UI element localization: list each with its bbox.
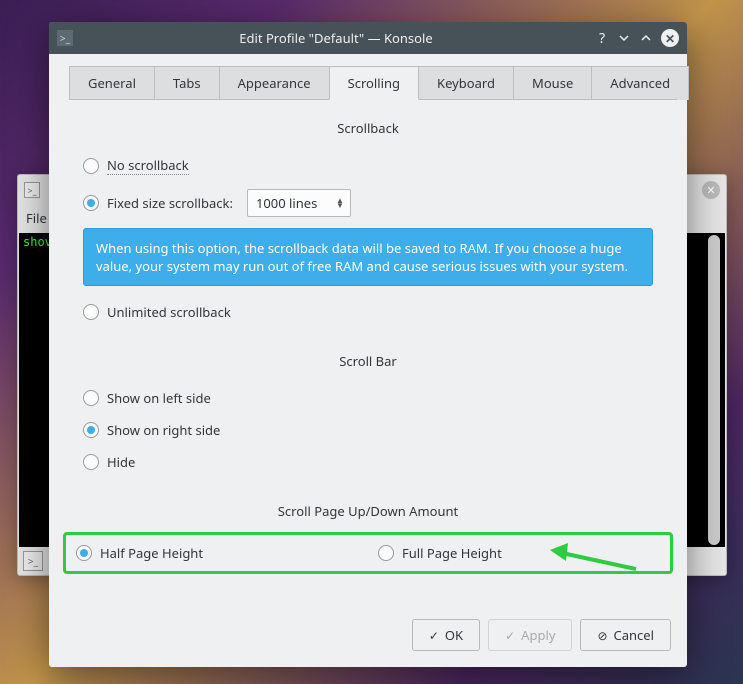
terminal-tab-icon[interactable]: >_ [23, 551, 43, 571]
check-icon: ✓ [505, 627, 515, 644]
radio-icon [83, 454, 99, 470]
highlight-annotation: Half Page Height Full Page Height [63, 532, 673, 574]
section-scrollback: Scrollback [73, 119, 663, 137]
radio-icon [378, 545, 394, 561]
button-label: OK [445, 626, 463, 644]
scrollback-info: When using this option, the scrollback d… [83, 228, 653, 286]
tab-advanced[interactable]: Advanced [591, 66, 689, 100]
button-label: Cancel [614, 626, 654, 644]
radio-icon [83, 195, 99, 211]
scrollback-size-spinbox[interactable]: 1000 lines ▲ ▼ [247, 189, 351, 217]
radio-icon [83, 158, 99, 174]
radio-label: No scrollback [107, 156, 189, 175]
titlebar: >_ Edit Profile "Default" — Konsole ? ✕ [49, 22, 687, 54]
radio-unlimited-scrollback[interactable]: Unlimited scrollback [73, 296, 663, 328]
button-bar: ✓ OK ✓ Apply ⊘ Cancel [49, 609, 687, 667]
radio-half-page[interactable]: Half Page Height [66, 537, 368, 569]
radio-label: Half Page Height [100, 544, 203, 562]
terminal-icon: >_ [24, 182, 40, 198]
tab-general[interactable]: General [69, 66, 155, 100]
close-icon[interactable]: ✕ [702, 181, 720, 199]
radio-fixed-scrollback[interactable]: Fixed size scrollback: 1000 lines ▲ ▼ [73, 182, 663, 224]
spin-down-icon[interactable]: ▼ [336, 203, 344, 208]
minimize-button[interactable] [613, 27, 635, 49]
cancel-button[interactable]: ⊘ Cancel [580, 619, 671, 651]
tab-scrolling[interactable]: Scrolling [329, 66, 419, 100]
tab-keyboard[interactable]: Keyboard [418, 66, 514, 100]
spinbox-value: 1000 lines [256, 194, 330, 212]
radio-icon [83, 390, 99, 406]
radio-label: Fixed size scrollback: [107, 194, 233, 212]
tab-appearance[interactable]: Appearance [219, 66, 330, 100]
scrollbar[interactable] [708, 235, 720, 545]
radio-no-scrollback[interactable]: No scrollback [73, 149, 663, 182]
cancel-icon: ⊘ [597, 627, 607, 644]
radio-label: Full Page Height [402, 544, 502, 562]
radio-scrollbar-left[interactable]: Show on left side [73, 382, 663, 414]
tab-tabs[interactable]: Tabs [154, 66, 220, 100]
tab-bar: General Tabs Appearance Scrolling Keyboa… [49, 54, 687, 100]
radio-label: Show on left side [107, 389, 211, 407]
radio-icon [83, 304, 99, 320]
section-page-amount: Scroll Page Up/Down Amount [73, 502, 663, 520]
radio-label: Show on right side [107, 421, 220, 439]
radio-full-page[interactable]: Full Page Height [368, 537, 670, 569]
help-button[interactable]: ? [591, 27, 613, 49]
radio-scrollbar-hide[interactable]: Hide [73, 446, 663, 478]
ok-button[interactable]: ✓ OK [412, 619, 480, 651]
radio-icon [83, 422, 99, 438]
tab-mouse[interactable]: Mouse [513, 66, 592, 100]
terminal-icon: >_ [57, 30, 73, 46]
radio-label: Unlimited scrollback [107, 303, 231, 321]
scrolling-pane: Scrollback No scrollback Fixed size scro… [49, 101, 687, 609]
maximize-button[interactable] [635, 27, 657, 49]
apply-button: ✓ Apply [488, 619, 572, 651]
button-label: Apply [521, 626, 555, 644]
close-button[interactable]: ✕ [661, 29, 679, 47]
window-title: Edit Profile "Default" — Konsole [81, 29, 591, 47]
check-icon: ✓ [429, 627, 439, 644]
radio-icon [76, 545, 92, 561]
section-scrollbar: Scroll Bar [73, 352, 663, 370]
edit-profile-dialog: >_ Edit Profile "Default" — Konsole ? ✕ … [49, 22, 687, 667]
radio-label: Hide [107, 453, 135, 471]
radio-scrollbar-right[interactable]: Show on right side [73, 414, 663, 446]
